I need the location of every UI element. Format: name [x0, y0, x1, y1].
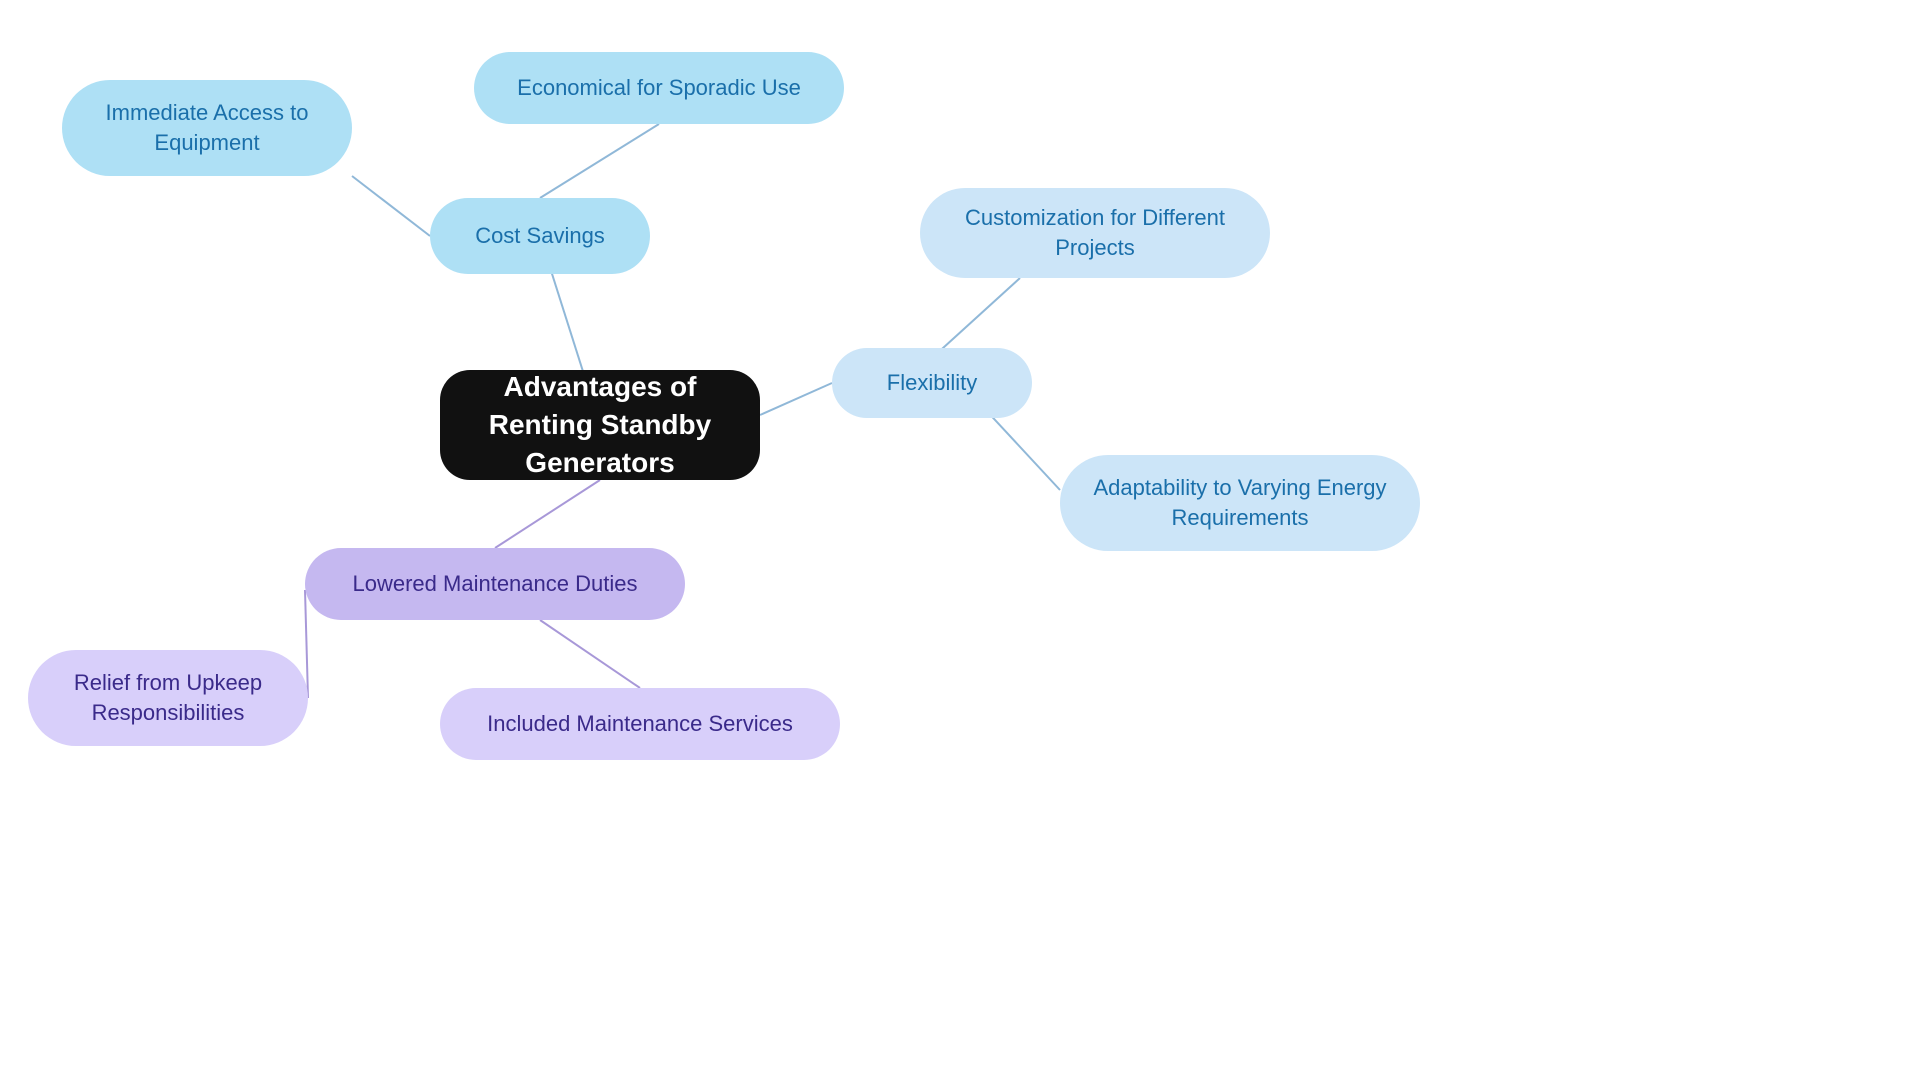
adaptability-label: Adaptability to Varying Energy Requireme…	[1088, 473, 1392, 532]
economical-label: Economical for Sporadic Use	[517, 73, 801, 103]
immediate-access-node: Immediate Access to Equipment	[62, 80, 352, 176]
customization-label: Customization for Different Projects	[948, 203, 1242, 262]
immediate-access-label: Immediate Access to Equipment	[90, 98, 324, 157]
flexibility-label: Flexibility	[887, 368, 977, 398]
cost-savings-label: Cost Savings	[475, 221, 605, 251]
customization-node: Customization for Different Projects	[920, 188, 1270, 278]
economical-node: Economical for Sporadic Use	[474, 52, 844, 124]
cost-savings-node: Cost Savings	[430, 198, 650, 274]
lowered-maintenance-node: Lowered Maintenance Duties	[305, 548, 685, 620]
center-node: Advantages of Renting Standby Generators	[440, 370, 760, 480]
included-maintenance-node: Included Maintenance Services	[440, 688, 840, 760]
adaptability-node: Adaptability to Varying Energy Requireme…	[1060, 455, 1420, 551]
relief-upkeep-node: Relief from Upkeep Responsibilities	[28, 650, 308, 746]
lowered-maintenance-label: Lowered Maintenance Duties	[353, 569, 638, 599]
relief-upkeep-label: Relief from Upkeep Responsibilities	[56, 668, 280, 727]
flexibility-node: Flexibility	[832, 348, 1032, 418]
included-maintenance-label: Included Maintenance Services	[487, 709, 793, 739]
center-label: Advantages of Renting Standby Generators	[468, 368, 732, 481]
